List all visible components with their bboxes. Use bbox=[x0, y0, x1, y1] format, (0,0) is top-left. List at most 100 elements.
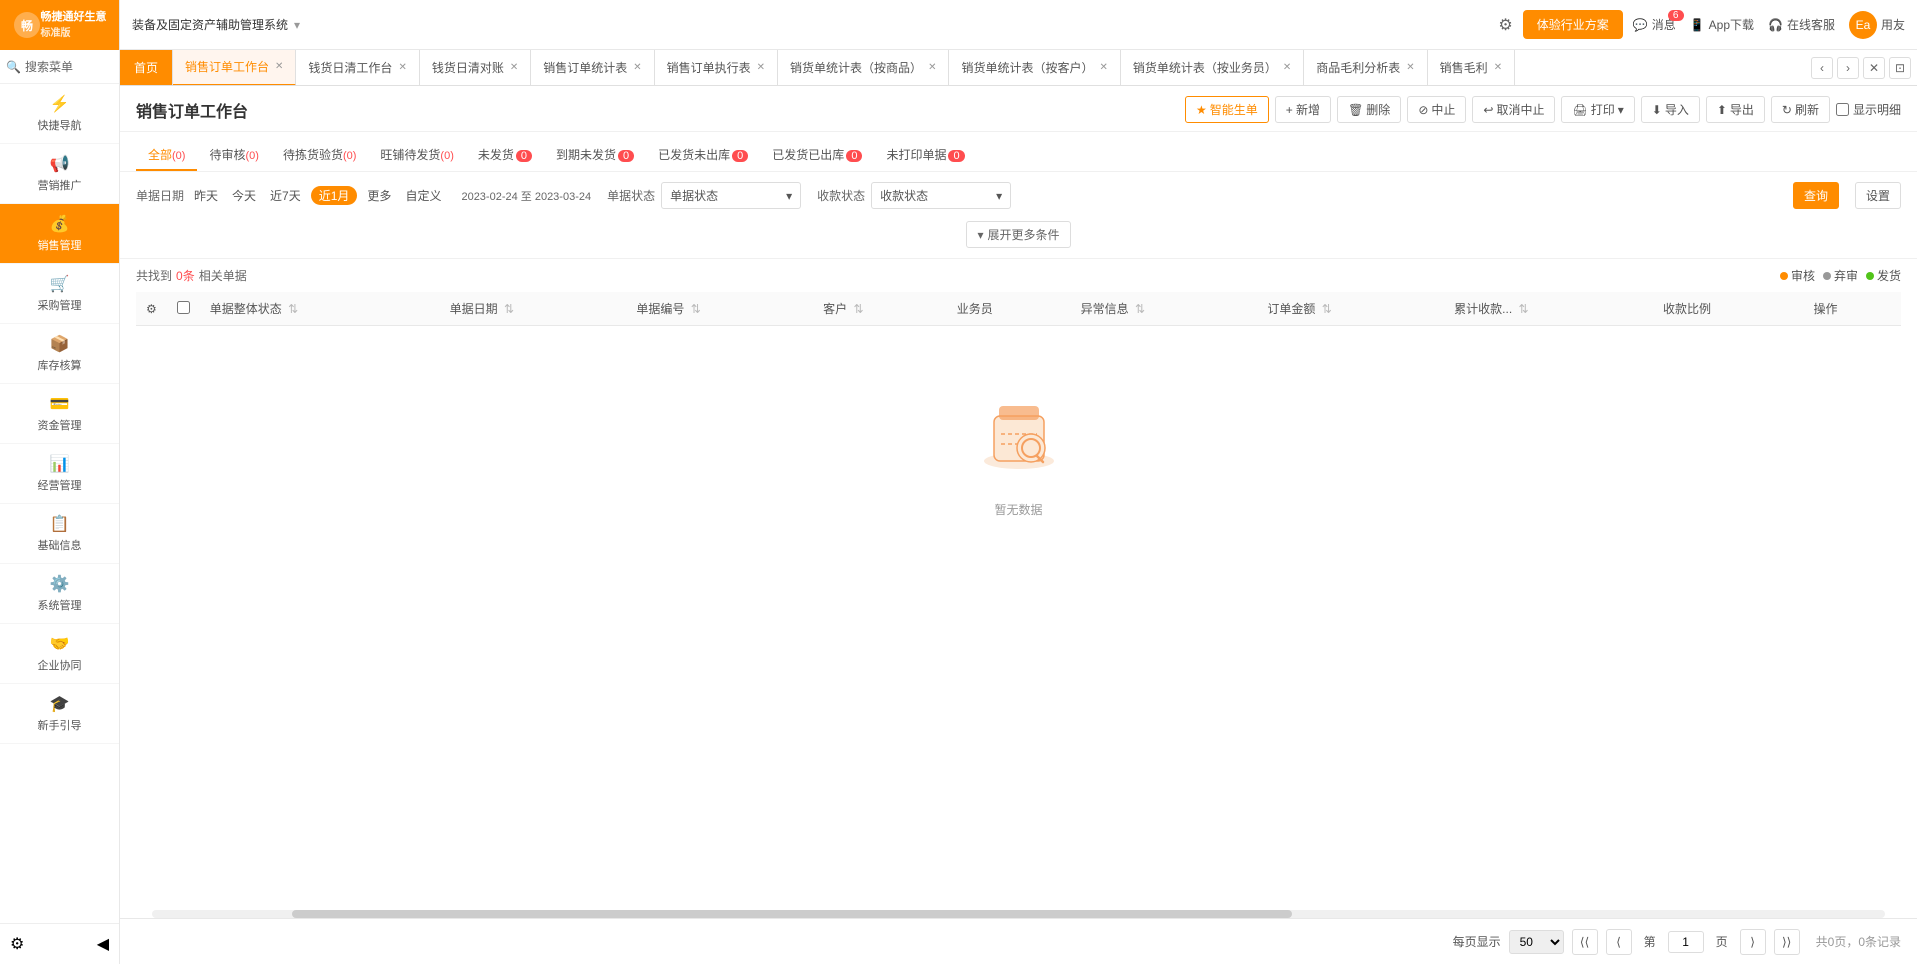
tab-sales-workbench[interactable]: 销售订单工作台 ✕ bbox=[173, 50, 296, 86]
status-select[interactable]: 单据状态 ▾ bbox=[661, 182, 801, 209]
refresh-btn[interactable]: ↻ 刷新 bbox=[1771, 96, 1830, 123]
sidebar-item-inventory[interactable]: 📦 库存核算 bbox=[0, 324, 119, 384]
payment-select[interactable]: 收款状态 ▾ bbox=[871, 182, 1011, 209]
trial-btn[interactable]: 体验行业方案 bbox=[1523, 10, 1623, 39]
review-action-btn[interactable]: 审核 bbox=[1780, 267, 1815, 284]
total-count: 0条 bbox=[176, 267, 195, 284]
date-today[interactable]: 今天 bbox=[228, 185, 260, 206]
sub-tab-not-printed[interactable]: 未打印单据0 bbox=[874, 140, 976, 171]
sort-icon[interactable]: ⇅ bbox=[1135, 302, 1145, 316]
sub-tab-not-shipped[interactable]: 未发货0 bbox=[466, 140, 544, 171]
sort-icon[interactable]: ⇅ bbox=[288, 302, 298, 316]
tab-cash-reconcile[interactable]: 钱货日清对账 ✕ bbox=[420, 50, 531, 86]
close-tab-icon[interactable]: ✕ bbox=[757, 62, 765, 73]
sidebar-search[interactable]: 🔍 搜索菜单 bbox=[0, 50, 119, 84]
sub-tab-label: 全部 bbox=[148, 148, 172, 162]
settings-gear-icon[interactable]: ⚙ bbox=[10, 934, 24, 954]
close-tab-icon[interactable]: ✕ bbox=[633, 62, 641, 73]
close-tab-icon[interactable]: ✕ bbox=[928, 62, 936, 73]
sidebar-item-finance[interactable]: 💳 资金管理 bbox=[0, 384, 119, 444]
add-btn[interactable]: + 新增 bbox=[1275, 96, 1331, 123]
smart-gen-btn[interactable]: ★ 智能生单 bbox=[1185, 96, 1269, 123]
sidebar-item-sales[interactable]: 💰 销售管理 bbox=[0, 204, 119, 264]
date-more[interactable]: 更多 bbox=[363, 185, 395, 206]
close-tab-icon[interactable]: ✕ bbox=[1099, 62, 1107, 73]
tab-maximize[interactable]: ⊡ bbox=[1889, 57, 1911, 79]
cancel-stop-btn[interactable]: ↩ 取消中止 bbox=[1472, 96, 1555, 123]
app-download-btn[interactable]: 📱 App下载 bbox=[1690, 16, 1754, 33]
table-header-row: ⚙ 单据整体状态 ⇅ 单据日期 ⇅ 单据编号 ⇅ bbox=[136, 292, 1901, 326]
date-custom[interactable]: 自定义 bbox=[401, 185, 445, 206]
select-all-checkbox[interactable] bbox=[177, 301, 190, 314]
print-btn[interactable]: 🖨 打印 ▾ bbox=[1561, 96, 1634, 123]
tab-scroll-left[interactable]: ‹ bbox=[1811, 57, 1833, 79]
topbar-settings-icon[interactable]: ⚙ bbox=[1498, 15, 1512, 35]
close-tab-icon[interactable]: ✕ bbox=[1494, 62, 1502, 73]
collapse-icon[interactable]: ◀ bbox=[97, 934, 109, 954]
sidebar-item-operations[interactable]: 📊 经营管理 bbox=[0, 444, 119, 504]
next-page-btn[interactable]: ⟩ bbox=[1740, 929, 1766, 955]
close-tab-icon[interactable]: ✕ bbox=[1283, 62, 1291, 73]
last-page-btn[interactable]: ⟩⟩ bbox=[1774, 929, 1800, 955]
system-title-dropdown[interactable]: ▾ bbox=[294, 18, 300, 32]
sort-icon[interactable]: ⇅ bbox=[1322, 302, 1332, 316]
date-yesterday[interactable]: 昨天 bbox=[190, 185, 222, 206]
tab-sales-exec[interactable]: 销售订单执行表 ✕ bbox=[655, 50, 778, 86]
date-7days[interactable]: 近7天 bbox=[266, 185, 305, 206]
cancel-review-action-btn[interactable]: 弃审 bbox=[1823, 267, 1858, 284]
sort-icon[interactable]: ⇅ bbox=[504, 302, 514, 316]
import-btn[interactable]: ⬇ 导入 bbox=[1641, 96, 1700, 123]
show-detail-checkbox[interactable] bbox=[1836, 103, 1849, 116]
sort-icon[interactable]: ⇅ bbox=[1519, 302, 1529, 316]
sidebar-item-basic-info[interactable]: 📋 基础信息 bbox=[0, 504, 119, 564]
sub-tab-overdue-not-shipped[interactable]: 到期未发货0 bbox=[544, 140, 646, 171]
tab-sales-by-customer[interactable]: 销货单统计表（按客户） ✕ bbox=[949, 50, 1120, 86]
page-input[interactable] bbox=[1668, 931, 1704, 953]
user-btn[interactable]: Ea 用友 bbox=[1849, 11, 1905, 39]
sidebar-item-guide[interactable]: 🎓 新手引导 bbox=[0, 684, 119, 744]
filter-settings-btn[interactable]: 设置 bbox=[1855, 182, 1901, 209]
message-btn[interactable]: 💬 消息 6 bbox=[1633, 16, 1676, 33]
tab-sales-by-staff[interactable]: 销货单统计表（按业务员） ✕ bbox=[1121, 50, 1304, 86]
sub-tab-pending-inspect[interactable]: 待拣货验货(0) bbox=[271, 140, 368, 171]
tab-sales-by-product[interactable]: 销货单统计表（按商品） ✕ bbox=[778, 50, 949, 86]
tab-cash-daily[interactable]: 钱货日清工作台 ✕ bbox=[296, 50, 419, 86]
close-tab-icon[interactable]: ✕ bbox=[510, 62, 518, 73]
query-btn[interactable]: 查询 bbox=[1793, 182, 1839, 209]
column-settings-icon[interactable]: ⚙ bbox=[146, 302, 157, 316]
th-settings[interactable]: ⚙ bbox=[136, 292, 167, 326]
tab-sales-stats[interactable]: 销售订单统计表 ✕ bbox=[531, 50, 654, 86]
scrollbar-thumb[interactable] bbox=[292, 910, 1292, 918]
sidebar-item-quick-nav[interactable]: ⚡ 快捷导航 bbox=[0, 84, 119, 144]
online-service-btn[interactable]: 🎧 在线客服 bbox=[1768, 16, 1835, 33]
close-tab-icon[interactable]: ✕ bbox=[275, 61, 283, 72]
ship-action-btn[interactable]: 发货 bbox=[1866, 267, 1901, 284]
tab-close-all[interactable]: ✕ bbox=[1863, 57, 1885, 79]
sort-icon[interactable]: ⇅ bbox=[691, 302, 701, 316]
sub-tab-shipped-out[interactable]: 已发货已出库0 bbox=[760, 140, 874, 171]
delete-btn[interactable]: 🗑 删除 bbox=[1337, 96, 1401, 123]
sub-tab-shipped-not-out[interactable]: 已发货未出库0 bbox=[646, 140, 760, 171]
sub-tab-all[interactable]: 全部(0) bbox=[136, 140, 197, 171]
sidebar-item-cooperation[interactable]: 🤝 企业协同 bbox=[0, 624, 119, 684]
expand-conditions-btn[interactable]: ▾ 展开更多条件 bbox=[966, 221, 1070, 248]
tab-sales-profit[interactable]: 销售毛利 ✕ bbox=[1428, 50, 1515, 86]
horizontal-scrollbar[interactable] bbox=[152, 910, 1885, 918]
tab-home[interactable]: 首页 bbox=[120, 50, 173, 86]
sub-tab-wangpu[interactable]: 旺铺待发货(0) bbox=[368, 140, 465, 171]
close-tab-icon[interactable]: ✕ bbox=[1406, 62, 1414, 73]
sidebar-item-system[interactable]: ⚙️ 系统管理 bbox=[0, 564, 119, 624]
export-btn[interactable]: ⬆ 导出 bbox=[1706, 96, 1765, 123]
sort-icon[interactable]: ⇅ bbox=[853, 302, 863, 316]
date-1month[interactable]: 近1月 bbox=[311, 186, 358, 205]
tab-profit-analysis[interactable]: 商品毛利分析表 ✕ bbox=[1304, 50, 1427, 86]
first-page-btn[interactable]: ⟨⟨ bbox=[1572, 929, 1598, 955]
sidebar-item-purchase[interactable]: 🛒 采购管理 bbox=[0, 264, 119, 324]
sub-tab-pending-review[interactable]: 待审核(0) bbox=[197, 140, 270, 171]
page-size-select[interactable]: 10 20 50 100 bbox=[1509, 930, 1564, 954]
close-tab-icon[interactable]: ✕ bbox=[398, 62, 406, 73]
sidebar-item-marketing[interactable]: 📢 营销推广 bbox=[0, 144, 119, 204]
tab-scroll-right[interactable]: › bbox=[1837, 57, 1859, 79]
stop-btn[interactable]: ⊘ 中止 bbox=[1407, 96, 1466, 123]
prev-page-btn[interactable]: ⟨ bbox=[1606, 929, 1632, 955]
